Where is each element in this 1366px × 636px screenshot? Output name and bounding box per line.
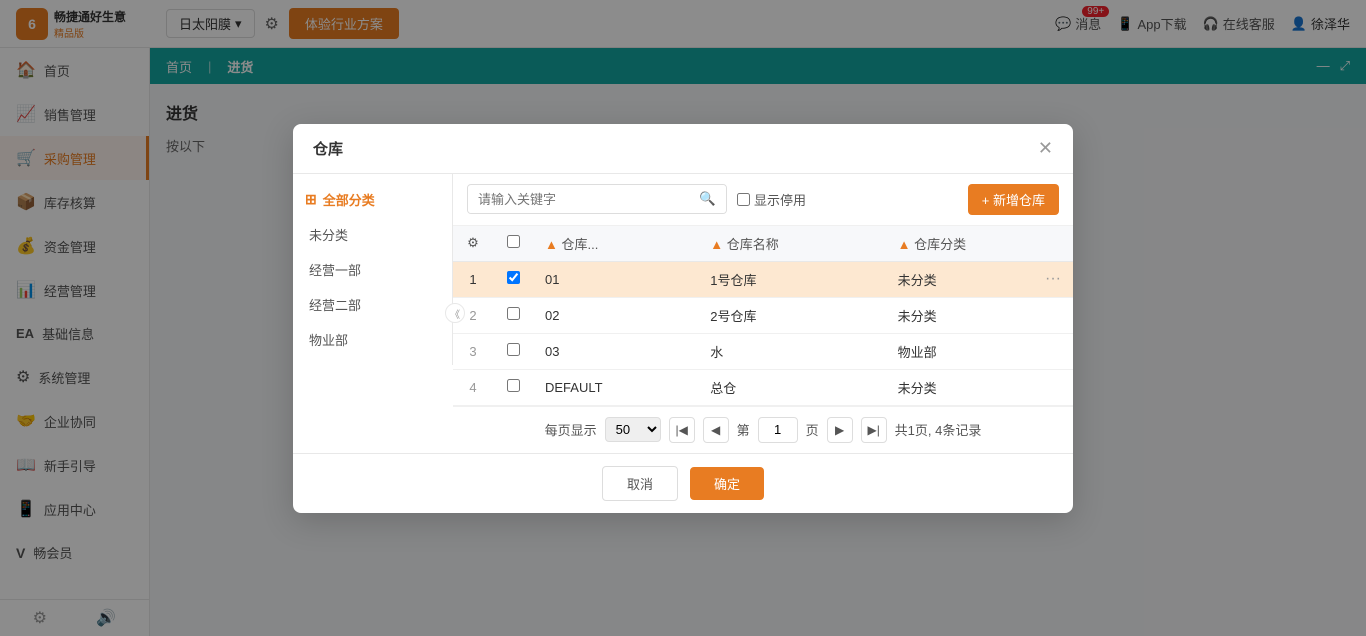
search-input[interactable] <box>468 186 689 213</box>
row-name: 水 <box>698 333 885 369</box>
modal-footer: 取消 确定 <box>293 453 1073 513</box>
category-sidebar-wrap: ⊞ 全部分类 未分类 经营一部 经营二部 物业部 <box>293 174 453 453</box>
row-checkbox[interactable] <box>507 307 520 320</box>
warehouse-table: ⚙ ▲ 仓库... ▲ 仓库名称 <box>453 226 1073 406</box>
row-actions-button[interactable]: ··· <box>1045 270 1061 288</box>
category-sidebar: ⊞ 全部分类 未分类 经营一部 经营二部 物业部 <box>293 174 453 365</box>
row-category: 物业部 <box>886 333 1073 369</box>
row-code: 03 <box>533 333 698 369</box>
category-item-property[interactable]: 物业部 <box>293 322 452 357</box>
show-disabled-label[interactable]: 显示停用 <box>737 190 806 209</box>
warehouse-modal: 仓库 ✕ ⊞ 全部分类 未分类 经营一部 <box>293 124 1073 513</box>
row-checkbox-cell <box>493 369 533 405</box>
table-header: ⚙ ▲ 仓库... ▲ 仓库名称 <box>453 226 1073 262</box>
cancel-button[interactable]: 取消 <box>602 466 678 501</box>
all-category-label: 全部分类 <box>323 190 375 209</box>
show-disabled-checkbox[interactable] <box>737 193 750 206</box>
row-num: 1 <box>453 261 493 297</box>
row-checkbox[interactable] <box>507 343 520 356</box>
row-name: 2号仓库 <box>698 297 885 333</box>
row-category: 未分类 ··· <box>886 261 1073 297</box>
modal-header: 仓库 ✕ <box>293 124 1073 174</box>
table-row[interactable]: 4 DEFAULT 总仓 未分类 <box>453 369 1073 405</box>
modal-main: 🔍 显示停用 + 新增仓库 ⚙ <box>453 174 1073 453</box>
confirm-button[interactable]: 确定 <box>690 467 764 500</box>
row-checkbox-cell <box>493 261 533 297</box>
table-row[interactable]: 3 03 水 物业部 <box>453 333 1073 369</box>
row-num: 4 <box>453 369 493 405</box>
next-page-button[interactable]: ▶ <box>827 417 853 443</box>
category-item-unclassified[interactable]: 未分类 <box>293 217 452 252</box>
per-page-select[interactable]: 50 100 200 <box>605 417 661 442</box>
category-item-ops1[interactable]: 经营一部 <box>293 252 452 287</box>
col-checkbox <box>493 226 533 262</box>
pagination-total: 共1页, 4条记录 <box>895 420 982 439</box>
prev-page-button[interactable]: ◀ <box>703 417 729 443</box>
page-suffix: 页 <box>806 420 819 439</box>
col-settings: ⚙ <box>453 226 493 262</box>
warehouse-table-wrap: ⚙ ▲ 仓库... ▲ 仓库名称 <box>453 226 1073 406</box>
first-page-button[interactable]: |◀ <box>669 417 695 443</box>
col-name: ▲ 仓库名称 <box>698 226 885 262</box>
per-page-label: 每页显示 <box>545 420 597 439</box>
modal-body: ⊞ 全部分类 未分类 经营一部 经营二部 物业部 <box>293 174 1073 453</box>
row-code: 01 <box>533 261 698 297</box>
category-all-label[interactable]: ⊞ 全部分类 <box>293 182 452 217</box>
row-checkbox-cell <box>493 297 533 333</box>
page-input[interactable] <box>758 417 798 443</box>
last-page-button[interactable]: ▶| <box>861 417 887 443</box>
col-category: ▲ 仓库分类 <box>886 226 1073 262</box>
close-icon[interactable]: ✕ <box>1038 138 1053 159</box>
category-item-ops2[interactable]: 经营二部 <box>293 287 452 322</box>
row-name: 总仓 <box>698 369 885 405</box>
show-disabled-text: 显示停用 <box>754 190 806 209</box>
col-code: ▲ 仓库... <box>533 226 698 262</box>
sort-icon: ▲ <box>545 237 558 252</box>
sort-icon-name: ▲ <box>710 237 723 252</box>
row-code: 02 <box>533 297 698 333</box>
modal-overlay: 仓库 ✕ ⊞ 全部分类 未分类 经营一部 <box>0 0 1366 636</box>
modal-title: 仓库 <box>313 138 343 159</box>
page-label: 第 <box>737 420 750 439</box>
modal-toolbar: 🔍 显示停用 + 新增仓库 <box>453 174 1073 226</box>
table-row[interactable]: 2 02 2号仓库 未分类 <box>453 297 1073 333</box>
row-name: 1号仓库 <box>698 261 885 297</box>
row-category: 未分类 <box>886 297 1073 333</box>
select-all-checkbox[interactable] <box>507 235 520 248</box>
sidebar-collapse-button[interactable]: 《 <box>445 303 465 323</box>
pagination: 每页显示 50 100 200 |◀ ◀ 第 页 ▶ ▶| 共1页, 4条记录 <box>453 406 1073 453</box>
row-category: 未分类 <box>886 369 1073 405</box>
row-code: DEFAULT <box>533 369 698 405</box>
search-input-wrap: 🔍 <box>467 184 727 214</box>
row-checkbox[interactable] <box>507 271 520 284</box>
grid-icon: ⊞ <box>305 191 317 208</box>
row-checkbox[interactable] <box>507 379 520 392</box>
row-num: 3 <box>453 333 493 369</box>
row-checkbox-cell <box>493 333 533 369</box>
table-row[interactable]: 1 01 1号仓库 未分类 ··· <box>453 261 1073 297</box>
table-body: 1 01 1号仓库 未分类 ··· 2 0 <box>453 261 1073 405</box>
search-button[interactable]: 🔍 <box>689 185 726 213</box>
new-warehouse-button[interactable]: + 新增仓库 <box>968 184 1059 215</box>
sort-icon-cat: ▲ <box>898 237 911 252</box>
